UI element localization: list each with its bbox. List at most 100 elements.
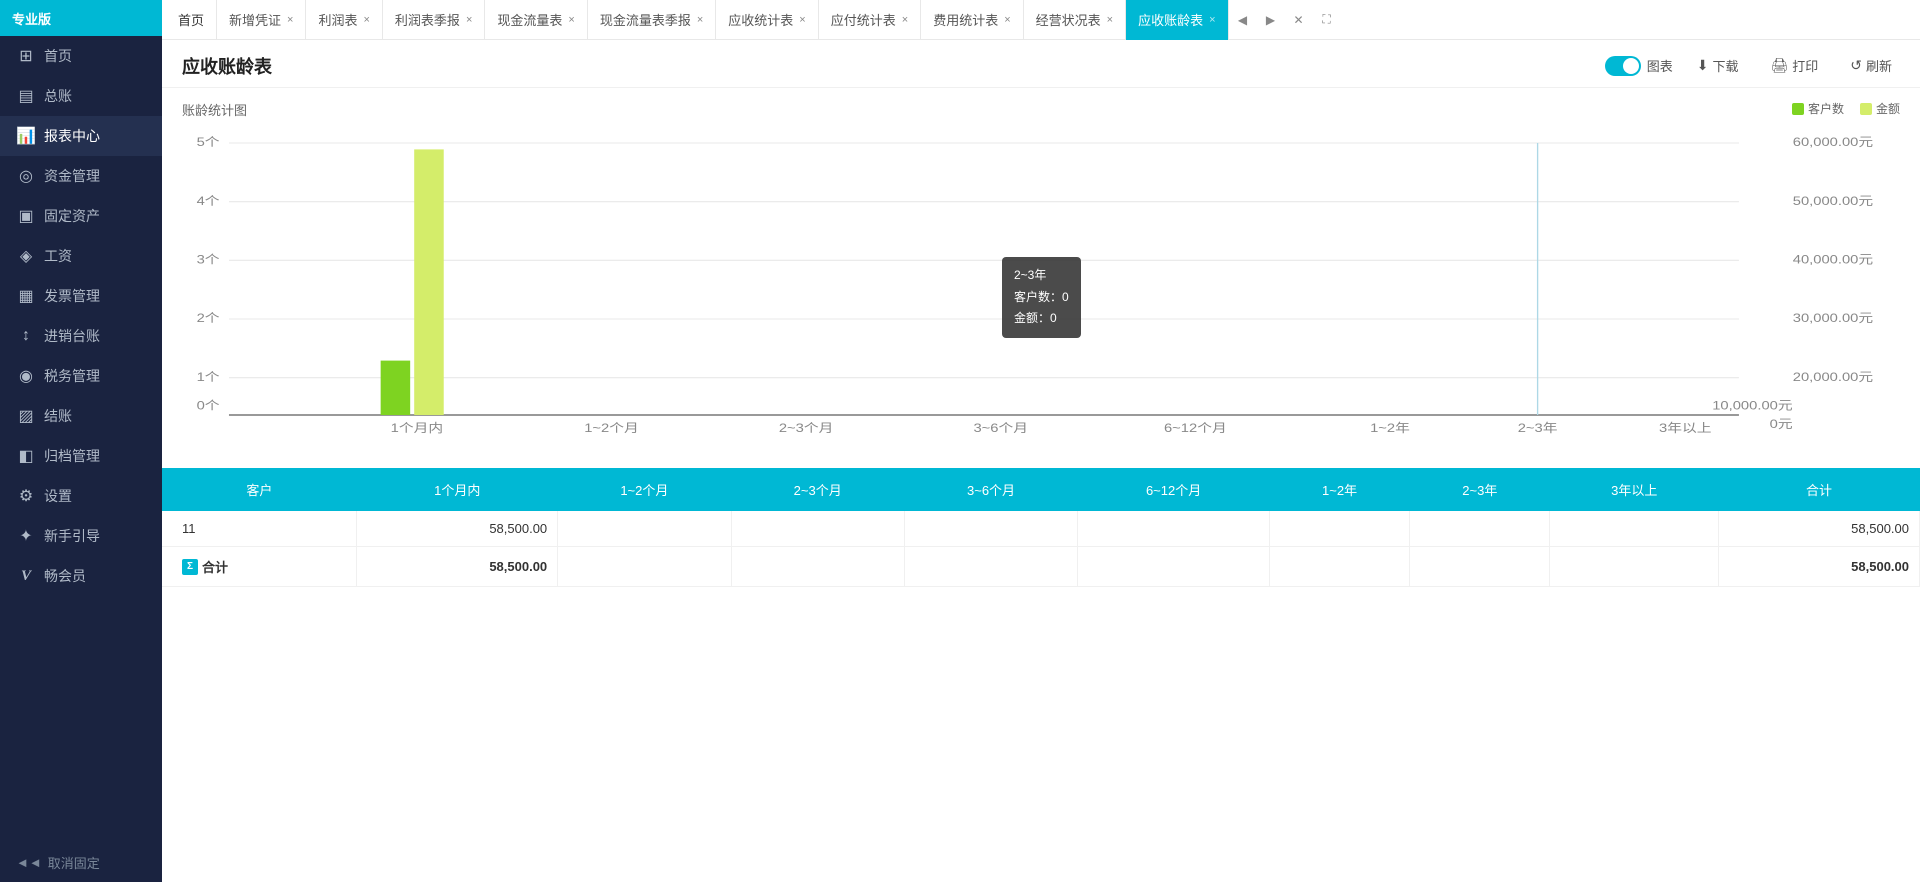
sidebar-toggle-pin[interactable]: ◄◄ 取消固定 <box>0 843 162 882</box>
bar-count-1m[interactable] <box>381 361 411 415</box>
col-header-6-12m: 6~12个月 <box>1078 468 1270 511</box>
tab-profit[interactable]: 利润表 × <box>306 0 382 40</box>
tab-close-icon[interactable]: × <box>1004 14 1010 26</box>
invoice-icon: ▦ <box>16 286 36 306</box>
content-area: 应收账龄表 图表 ⬇ 下载 🖨 打印 ↺ 刷新 <box>162 40 1920 882</box>
svg-text:6~12个月: 6~12个月 <box>1164 422 1227 435</box>
col-header-2-3y: 2~3年 <box>1410 468 1550 511</box>
sidebar-item-salary[interactable]: ◈ 工资 <box>0 236 162 276</box>
legend-dot-light-green <box>1860 103 1872 115</box>
tab-label: 应收账龄表 <box>1138 10 1203 29</box>
svg-text:3年以上: 3年以上 <box>1659 422 1711 435</box>
sidebar-item-assets[interactable]: ▣ 固定资产 <box>0 196 162 236</box>
sidebar-item-reports[interactable]: 📊 报表中心 <box>0 116 162 156</box>
svg-text:30,000.00元: 30,000.00元 <box>1793 312 1873 325</box>
sidebar-item-label: 归档管理 <box>44 446 100 466</box>
tab-close-icon[interactable]: × <box>568 14 574 26</box>
table-header-row: 客户 1个月内 1~2个月 2~3个月 3~6个月 6~12个月 1~2年 2~… <box>162 468 1920 511</box>
svg-text:1个月内: 1个月内 <box>391 422 443 435</box>
tab-payable-stat[interactable]: 应付统计表 × <box>819 0 921 40</box>
bar-amount-1m[interactable] <box>414 149 444 415</box>
download-icon: ⬇ <box>1697 57 1709 74</box>
sidebar-item-purchase[interactable]: ↕ 进销台账 <box>0 316 162 356</box>
tab-label: 应收统计表 <box>728 10 793 29</box>
tab-prev-button[interactable]: ◀ <box>1229 0 1257 40</box>
sidebar-item-invoice[interactable]: ▦ 发票管理 <box>0 276 162 316</box>
sidebar-item-label: 结账 <box>44 406 72 426</box>
tab-receivable-stat[interactable]: 应收统计表 × <box>716 0 818 40</box>
tab-label: 费用统计表 <box>933 10 998 29</box>
sidebar-item-funds[interactable]: ◎ 资金管理 <box>0 156 162 196</box>
sidebar-item-home[interactable]: ⊞ 首页 <box>0 36 162 76</box>
tab-label: 现金流量表季报 <box>600 10 691 29</box>
tab-home[interactable]: 首页 <box>166 0 217 40</box>
svg-text:3~6个月: 3~6个月 <box>973 422 1028 435</box>
tab-expense-stat[interactable]: 费用统计表 × <box>921 0 1023 40</box>
tab-voucher[interactable]: 新增凭证 × <box>217 0 306 40</box>
ledger-icon: ▤ <box>16 86 36 106</box>
sidebar-item-label: 税务管理 <box>44 366 100 386</box>
download-button[interactable]: ⬇ 下载 <box>1689 52 1747 79</box>
cell-2-3y <box>1410 511 1550 547</box>
tab-close-icon[interactable]: × <box>902 14 908 26</box>
refresh-button[interactable]: ↺ 刷新 <box>1842 52 1900 79</box>
sidebar-item-settings[interactable]: ⚙ 设置 <box>0 476 162 516</box>
tab-close-icon[interactable]: × <box>799 14 805 26</box>
tab-label: 新增凭证 <box>229 10 281 29</box>
svg-text:20,000.00元: 20,000.00元 <box>1793 370 1873 383</box>
total-1m: 58,500.00 <box>357 547 558 587</box>
svg-text:4个: 4个 <box>197 194 220 207</box>
tab-close-icon[interactable]: × <box>466 14 472 26</box>
total-label: Σ 合计 <box>182 557 346 576</box>
cell-3y-plus <box>1550 511 1719 547</box>
sidebar: 专业版 ⊞ 首页 ▤ 总账 📊 报表中心 ◎ 资金管理 ▣ 固定资产 ◈ 工资 … <box>0 0 162 882</box>
table-container: 客户 1个月内 1~2个月 2~3个月 3~6个月 6~12个月 1~2年 2~… <box>162 468 1920 882</box>
col-header-1m: 1个月内 <box>357 468 558 511</box>
funds-icon: ◎ <box>16 166 36 186</box>
tab-cashflow-quarter[interactable]: 现金流量表季报 × <box>588 0 716 40</box>
chart-toggle[interactable]: 图表 <box>1605 56 1673 76</box>
toggle-track[interactable] <box>1605 56 1641 76</box>
cell-total: 58,500.00 <box>1719 511 1920 547</box>
reports-icon: 📊 <box>16 126 36 146</box>
tab-close-icon[interactable]: × <box>287 14 293 26</box>
tab-profit-quarter[interactable]: 利润表季报 × <box>383 0 485 40</box>
cell-1m: 58,500.00 <box>357 511 558 547</box>
print-button[interactable]: 🖨 打印 <box>1762 52 1826 79</box>
table-row: 11 58,500.00 58,500.00 <box>162 511 1920 547</box>
svg-text:50,000.00元: 50,000.00元 <box>1793 194 1873 207</box>
tab-fullscreen-button[interactable]: ⛶ <box>1313 0 1341 40</box>
chart-svg: 5个 4个 3个 2个 1个 0个 60,000.00元 50,000.00元 … <box>182 127 1900 447</box>
legend-amount: 金额 <box>1860 100 1900 117</box>
total-3y-plus <box>1550 547 1719 587</box>
sidebar-item-label: 发票管理 <box>44 286 100 306</box>
svg-text:0个: 0个 <box>197 399 220 412</box>
svg-text:40,000.00元: 40,000.00元 <box>1793 253 1873 266</box>
sidebar-item-tax[interactable]: ◉ 税务管理 <box>0 356 162 396</box>
col-header-customer: 客户 <box>162 468 357 511</box>
tab-operation-stat[interactable]: 经营状况表 × <box>1024 0 1126 40</box>
cell-3-6m <box>904 511 1077 547</box>
legend-label-count: 客户数 <box>1808 100 1844 117</box>
sidebar-item-close[interactable]: ▨ 结账 <box>0 396 162 436</box>
sidebar-item-archive[interactable]: ◧ 归档管理 <box>0 436 162 476</box>
tab-close-icon[interactable]: × <box>1209 14 1215 26</box>
app-logo: 专业版 <box>0 0 162 36</box>
chart-title: 账龄统计图 <box>182 100 1900 119</box>
tab-cashflow[interactable]: 现金流量表 × <box>485 0 587 40</box>
sidebar-item-member[interactable]: V 畅会员 <box>0 556 162 596</box>
tab-next-button[interactable]: ▶ <box>1257 0 1285 40</box>
table-total-row: Σ 合计 58,500.00 58,500.00 <box>162 547 1920 587</box>
tab-close-icon[interactable]: × <box>363 14 369 26</box>
total-2-3m <box>731 547 904 587</box>
tab-receivable-aging[interactable]: 应收账龄表 × <box>1126 0 1228 40</box>
chart-legend: 客户数 金额 <box>1792 100 1900 117</box>
tab-close-icon[interactable]: × <box>1107 14 1113 26</box>
svg-text:1个: 1个 <box>197 370 220 383</box>
home-icon: ⊞ <box>16 46 36 66</box>
total-3-6m <box>904 547 1077 587</box>
tab-close-icon[interactable]: × <box>697 14 703 26</box>
sidebar-item-ledger[interactable]: ▤ 总账 <box>0 76 162 116</box>
sidebar-item-guide[interactable]: ✦ 新手引导 <box>0 516 162 556</box>
tab-close-all-button[interactable]: ✕ <box>1285 0 1313 40</box>
